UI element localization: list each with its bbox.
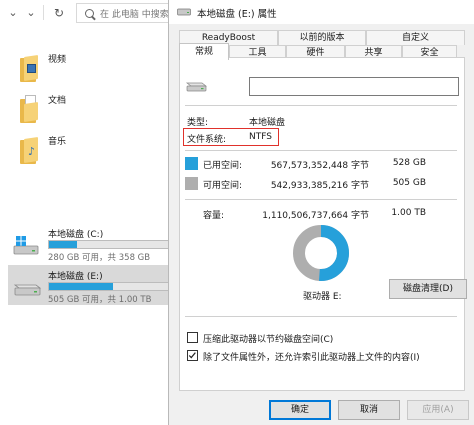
capacity-row: 容量: 1,110,506,737,664 字节 1.00 TB <box>169 208 469 221</box>
index-contents-checkbox[interactable] <box>187 350 198 361</box>
drive-item-c[interactable]: 本地磁盘 (C:) 280 GB 可用，共 358 GB <box>8 223 176 263</box>
ok-button[interactable]: 确定 <box>269 400 331 420</box>
free-space-size: 505 GB <box>392 178 426 188</box>
library-item-videos[interactable]: 视频 <box>16 52 156 86</box>
capacity-bytes: 1,110,506,737,664 字节 <box>262 211 369 221</box>
type-label: 类型: <box>187 118 209 128</box>
used-space-bytes: 567,573,352,448 字节 <box>270 161 369 171</box>
capacity-size: 1.00 TB <box>391 208 426 218</box>
disk-cleanup-button[interactable]: 磁盘清理(D) <box>389 279 467 299</box>
used-space-row: 已用空间: 567,573,352,448 字节 528 GB <box>169 158 469 171</box>
checkmark-icon <box>188 352 196 359</box>
drive-info: 280 GB 可用，共 358 GB <box>48 253 151 263</box>
explorer-toolbar: ⌄ ⌄ ↻ 在 此电脑 中搜索 <box>0 0 176 26</box>
library-label: 视频 <box>48 55 67 65</box>
drive-info: 505 GB 可用，共 1.00 TB <box>48 295 152 305</box>
capacity-label: 容量: <box>203 211 225 221</box>
cancel-button[interactable]: 取消 <box>338 400 400 420</box>
chevron-down-icon[interactable]: ⌄ <box>6 6 20 20</box>
drive-name: 本地磁盘 (E:) <box>48 272 103 282</box>
apply-button[interactable]: 应用(A) <box>407 400 469 420</box>
compress-drive-label: 压缩此驱动器以节约磁盘空间(C) <box>203 335 334 345</box>
tab-general[interactable]: 常规 <box>179 43 229 60</box>
hard-drive-icon <box>177 8 191 16</box>
type-value: 本地磁盘 <box>249 118 286 128</box>
volume-name-input[interactable] <box>249 77 459 96</box>
file-system-label: 文件系统: <box>187 135 227 145</box>
search-placeholder: 在 此电脑 中搜索 <box>100 9 169 20</box>
used-space-label: 已用空间: <box>203 161 243 171</box>
library-label: 文档 <box>48 96 67 106</box>
compress-drive-checkbox[interactable] <box>187 332 198 343</box>
tab-previous-versions[interactable]: 以前的版本 <box>278 30 366 45</box>
search-icon <box>85 8 94 18</box>
drive-usage-bar <box>48 240 176 249</box>
tab-customize[interactable]: 自定义 <box>366 30 465 45</box>
divider <box>185 150 457 151</box>
free-space-label: 可用空间: <box>203 181 243 191</box>
divider <box>185 105 457 106</box>
videos-folder-icon <box>16 52 40 82</box>
drive-usage-bar <box>48 282 176 291</box>
file-system-value: NTFS <box>249 132 272 142</box>
properties-dialog: 本地磁盘 (E:) 属性 ReadyBoost 以前的版本 自定义 常规 工具 … <box>168 0 474 425</box>
file-explorer-window: ⌄ ⌄ ↻ 在 此电脑 中搜索 视频 文档 ♪ 音乐 本地磁盘 (C:) 280… <box>0 0 176 425</box>
free-space-row: 可用空间: 542,933,385,216 字节 505 GB <box>169 178 469 191</box>
library-item-documents[interactable]: 文档 <box>16 93 156 127</box>
dialog-titlebar[interactable]: 本地磁盘 (E:) 属性 <box>169 0 474 24</box>
dialog-title: 本地磁盘 (E:) 属性 <box>197 9 277 20</box>
toolbar-divider <box>43 5 44 20</box>
drive-item-e[interactable]: 本地磁盘 (E:) 505 GB 可用，共 1.00 TB <box>8 265 176 305</box>
drive-letter-label: 驱动器 E: <box>303 292 342 302</box>
library-item-music[interactable]: ♪ 音乐 <box>16 134 156 168</box>
divider <box>185 316 457 317</box>
type-row: 类型: 本地磁盘 <box>169 115 469 128</box>
refresh-icon[interactable]: ↻ <box>52 6 66 20</box>
divider <box>185 199 457 200</box>
drive-name: 本地磁盘 (C:) <box>48 230 104 240</box>
used-space-size: 528 GB <box>392 158 426 168</box>
disk-usage-donut-chart <box>293 225 349 281</box>
dropdown-arrow-icon[interactable]: ⌄ <box>24 6 38 20</box>
hard-drive-icon <box>185 82 207 92</box>
index-contents-label: 除了文件属性外，还允许索引此驱动器上文件的内容(I) <box>203 353 420 363</box>
music-folder-icon: ♪ <box>16 134 40 164</box>
windows-drive-icon <box>13 236 39 255</box>
drive-usage-fill <box>49 241 77 248</box>
search-input[interactable]: 在 此电脑 中搜索 <box>76 3 176 23</box>
drive-usage-fill <box>49 283 114 290</box>
library-label: 音乐 <box>48 137 67 147</box>
documents-folder-icon <box>16 93 40 123</box>
hard-drive-icon <box>13 284 42 296</box>
file-system-row: 文件系统: NTFS <box>169 132 469 145</box>
free-space-bytes: 542,933,385,216 字节 <box>270 181 369 191</box>
